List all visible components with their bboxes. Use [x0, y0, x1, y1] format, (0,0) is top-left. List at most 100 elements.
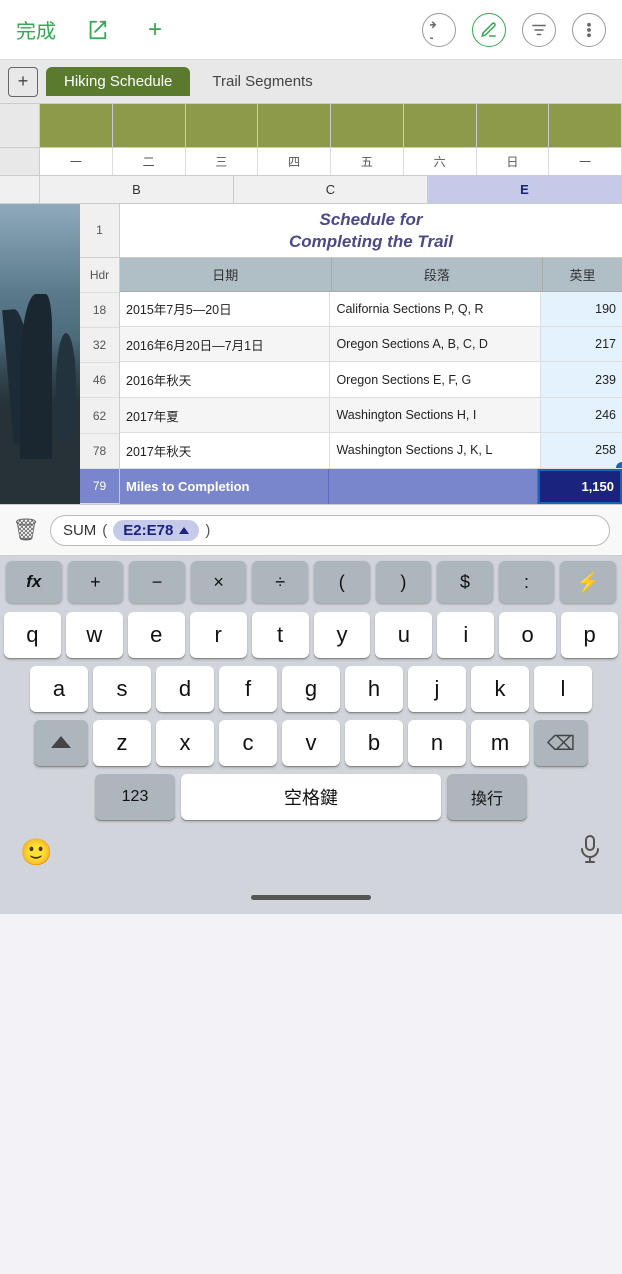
- key-i[interactable]: i: [437, 612, 494, 658]
- col-header-row: B C E: [0, 176, 622, 204]
- more-button[interactable]: [572, 13, 606, 47]
- spreadsheet-area: 一 二 三 四 五 六 日 一 B C E 1 Hdr 18 32 46 62: [0, 104, 622, 504]
- miles-label-empty: [329, 469, 538, 504]
- section-32: Oregon Sections A, B, C, D: [330, 327, 540, 361]
- key-m[interactable]: m: [471, 720, 529, 766]
- table-row[interactable]: 2015年7月5—20日 California Sections P, Q, R…: [120, 292, 622, 327]
- math-row: fx + − × ÷ ( ) $ : ⚡: [0, 556, 622, 608]
- key-x[interactable]: x: [156, 720, 214, 766]
- range-value: E2:E78: [123, 522, 173, 539]
- schedule-title: Schedule forCompleting the Trail: [120, 204, 622, 258]
- row-num-header: Hdr: [80, 258, 119, 293]
- table-row[interactable]: 2017年夏 Washington Sections H, I 246: [120, 398, 622, 433]
- filter-button[interactable]: [522, 13, 556, 47]
- undo-button[interactable]: [422, 13, 456, 47]
- key-j[interactable]: j: [408, 666, 466, 712]
- key-f[interactable]: f: [219, 666, 277, 712]
- key-z[interactable]: z: [93, 720, 151, 766]
- section-46: Oregon Sections E, F, G: [330, 362, 540, 396]
- table-row[interactable]: 2016年6月20日—7月1日 Oregon Sections A, B, C,…: [120, 327, 622, 362]
- key-l[interactable]: l: [534, 666, 592, 712]
- keyboard: fx + − × ÷ ( ) $ : ⚡ q w e r t y u i o p…: [0, 556, 622, 914]
- formula-func: SUM: [63, 522, 96, 539]
- key-divide[interactable]: ÷: [252, 561, 308, 603]
- key-row-1: q w e r t y u i o p: [0, 608, 622, 662]
- key-k[interactable]: k: [471, 666, 529, 712]
- trash-icon[interactable]: 🗑: [12, 517, 40, 543]
- sheet-tabs: + Hiking Schedule Trail Segments: [0, 60, 622, 104]
- formula-range[interactable]: E2:E78: [113, 520, 199, 541]
- col-header-e[interactable]: E: [428, 176, 622, 203]
- key-w[interactable]: w: [66, 612, 123, 658]
- key-close-paren[interactable]: ): [376, 561, 432, 603]
- day-sun: 日: [477, 148, 550, 175]
- key-shift[interactable]: [34, 720, 88, 766]
- share-button[interactable]: [80, 13, 114, 47]
- key-o[interactable]: o: [499, 612, 556, 658]
- key-t[interactable]: t: [252, 612, 309, 658]
- key-y[interactable]: y: [314, 612, 371, 658]
- emoji-button[interactable]: 🙂: [20, 837, 52, 868]
- key-u[interactable]: u: [375, 612, 432, 658]
- col-header-c[interactable]: C: [234, 176, 428, 203]
- shift-icon: [51, 736, 71, 748]
- formula-bar: 🗑 SUM ( E2:E78 ): [0, 504, 622, 556]
- key-q[interactable]: q: [4, 612, 61, 658]
- key-numbers[interactable]: 123: [95, 774, 175, 820]
- key-g[interactable]: g: [282, 666, 340, 712]
- key-dollar[interactable]: $: [437, 561, 493, 603]
- paintbrush-button[interactable]: [472, 13, 506, 47]
- top-bar: 完成 +: [0, 0, 622, 60]
- add-sheet-button[interactable]: +: [138, 13, 172, 47]
- key-open-paren[interactable]: (: [314, 561, 370, 603]
- key-b[interactable]: b: [345, 720, 403, 766]
- day-fri: 五: [331, 148, 404, 175]
- key-p[interactable]: p: [561, 612, 618, 658]
- add-tab-button[interactable]: +: [8, 67, 38, 97]
- day-mon: 一: [40, 148, 113, 175]
- key-lightning[interactable]: ⚡: [560, 561, 616, 603]
- key-c[interactable]: c: [219, 720, 277, 766]
- row-num-18: 18: [80, 293, 119, 328]
- formula-pill[interactable]: SUM ( E2:E78 ): [50, 515, 610, 546]
- top-bar-right: [422, 13, 606, 47]
- main-table: 1 Hdr 18 32 46 62 78 79 Schedule forComp…: [80, 204, 622, 504]
- day-thu: 四: [258, 148, 331, 175]
- key-backspace[interactable]: ⌫: [534, 720, 588, 766]
- row-num-78: 78: [80, 434, 119, 469]
- key-row-3: z x c v b n m ⌫: [0, 716, 622, 770]
- key-minus[interactable]: −: [129, 561, 185, 603]
- key-colon[interactable]: :: [499, 561, 555, 603]
- row-num-46: 46: [80, 363, 119, 398]
- key-space[interactable]: 空格鍵: [181, 774, 441, 820]
- key-s[interactable]: s: [93, 666, 151, 712]
- key-h[interactable]: h: [345, 666, 403, 712]
- key-v[interactable]: v: [282, 720, 340, 766]
- key-r[interactable]: r: [190, 612, 247, 658]
- miles-to-completion-row[interactable]: Miles to Completion 1,150: [120, 469, 622, 504]
- row-num-79: 79: [80, 469, 119, 504]
- key-a[interactable]: a: [30, 666, 88, 712]
- key-e[interactable]: e: [128, 612, 185, 658]
- home-bar: [251, 895, 371, 900]
- section-62: Washington Sections H, I: [330, 398, 540, 432]
- miles-total-value: 1,150: [538, 469, 622, 504]
- bottom-extras: 🙂: [0, 824, 622, 880]
- key-n[interactable]: n: [408, 720, 466, 766]
- tab-trail-segments[interactable]: Trail Segments: [194, 67, 330, 96]
- key-return[interactable]: 換行: [447, 774, 527, 820]
- key-d[interactable]: d: [156, 666, 214, 712]
- microphone-button[interactable]: [578, 835, 602, 870]
- date-46: 2016年秋天: [120, 362, 330, 396]
- data-area: Schedule forCompleting the Trail 日期 段落 英…: [120, 204, 622, 504]
- miles-18: 190: [541, 292, 622, 326]
- key-multiply[interactable]: ×: [191, 561, 247, 603]
- table-row[interactable]: 2016年秋天 Oregon Sections E, F, G 239: [120, 362, 622, 397]
- done-button[interactable]: 完成: [16, 15, 56, 44]
- col-header-b[interactable]: B: [40, 176, 234, 203]
- table-row[interactable]: 2017年秋天 Washington Sections J, K, L 258: [120, 433, 622, 468]
- day-row: 一 二 三 四 五 六 日 一: [0, 148, 622, 176]
- tab-hiking-schedule[interactable]: Hiking Schedule: [46, 67, 190, 96]
- key-plus[interactable]: +: [68, 561, 124, 603]
- key-fx[interactable]: fx: [6, 561, 62, 603]
